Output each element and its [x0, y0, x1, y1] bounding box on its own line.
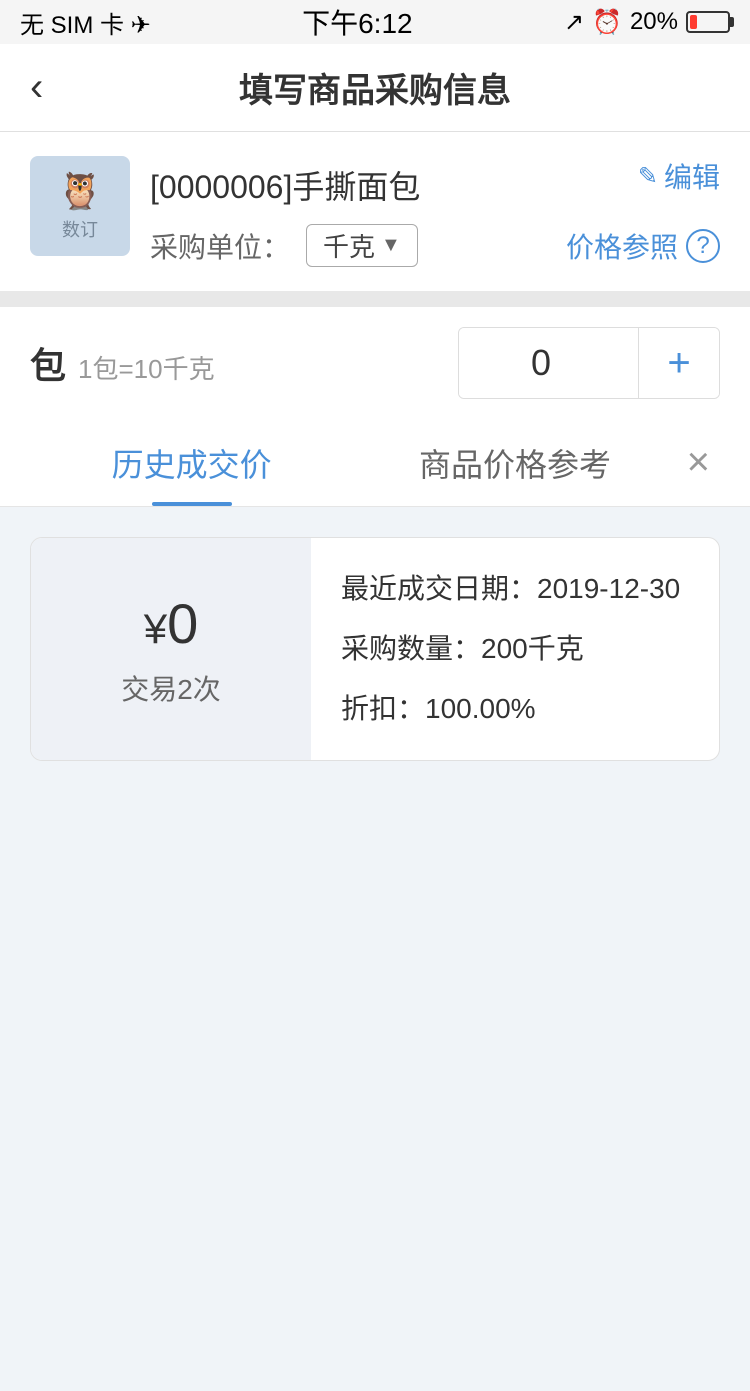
bottom-empty-area [0, 791, 750, 1391]
edit-icon: ✎ [638, 162, 658, 191]
quantity-row: 包 1包=10千克 + [0, 307, 750, 419]
product-left: 🦉 数订 [0000006]手撕面包 采购单位： 千克 ▼ [30, 156, 420, 267]
quantity-plus-button[interactable]: + [639, 328, 719, 398]
quantity-control: + [458, 327, 720, 399]
trade-count: 交易2次 [121, 668, 221, 708]
product-info: [0000006]手撕面包 采购单位： 千克 ▼ [150, 156, 420, 267]
purchase-qty-label: 采购数量： [341, 633, 481, 664]
page-title: 填写商品采购信息 [239, 63, 511, 112]
status-right: ↗ ⏰ 20% [564, 8, 730, 37]
quantity-input[interactable] [459, 328, 639, 398]
status-bar: 无 SIM 卡 ✈ 下午6:12 ↗ ⏰ 20% [0, 0, 750, 44]
price-ref-label: 价格参照 [566, 226, 678, 266]
price-value: 0 [167, 592, 198, 655]
price-ref-button[interactable]: 价格参照 ? [566, 226, 720, 266]
unit-label: 采购单位： [150, 226, 290, 266]
quantity-label: 包 1包=10千克 [30, 337, 215, 389]
close-button[interactable]: × [677, 440, 720, 485]
tab-price-ref[interactable]: 商品价格参考 [353, 419, 676, 506]
product-card: 🦉 数订 [0000006]手撕面包 采购单位： 千克 ▼ ✎ 编辑 [0, 132, 750, 291]
status-left: 无 SIM 卡 ✈ [20, 5, 151, 40]
battery-percent: 20% [630, 8, 678, 36]
status-time: 下午6:12 [302, 2, 413, 42]
product-unit-row: 采购单位： 千克 ▼ [150, 224, 420, 267]
price-card-right: 最近成交日期：2019-12-30 采购数量：200千克 折扣：100.00% [311, 538, 719, 760]
sim-wifi-status: 无 SIM 卡 ✈ [20, 5, 151, 40]
purchase-qty-row: 采购数量：200千克 [341, 628, 689, 670]
discount-row: 折扣：100.00% [341, 688, 689, 730]
unit-value: 千克 [323, 227, 375, 264]
currency-symbol: ¥ [144, 605, 167, 652]
tabs-section: 历史成交价 商品价格参考 × ¥0 交易2次 最近成交日期：2019-12-30… [0, 419, 750, 1391]
price-amount: ¥0 [144, 591, 199, 656]
section-divider [0, 291, 750, 307]
help-icon: ? [686, 229, 720, 263]
dropdown-arrow-icon: ▼ [381, 234, 401, 257]
product-logo-icon: 🦉 [58, 170, 103, 212]
tab-active-indicator [152, 502, 232, 506]
price-card-left: ¥0 交易2次 [31, 538, 311, 760]
recent-date-value: 2019-12-30 [537, 573, 680, 604]
location-icon: ↗ [564, 8, 584, 37]
edit-label: 编辑 [664, 156, 720, 196]
product-logo-text: 数订 [62, 216, 98, 242]
purchase-qty-value: 200千克 [481, 633, 584, 664]
price-card: ¥0 交易2次 最近成交日期：2019-12-30 采购数量：200千克 折扣：… [30, 537, 720, 761]
edit-button[interactable]: ✎ 编辑 [638, 156, 720, 196]
alarm-icon: ⏰ [592, 8, 622, 37]
price-card-section: ¥0 交易2次 最近成交日期：2019-12-30 采购数量：200千克 折扣：… [0, 507, 750, 791]
recent-date-row: 最近成交日期：2019-12-30 [341, 568, 689, 610]
unit-selector[interactable]: 千克 ▼ [306, 224, 418, 267]
product-thumbnail: 🦉 数订 [30, 156, 130, 256]
quantity-conversion: 1包=10千克 [78, 349, 215, 386]
product-header: 🦉 数订 [0000006]手撕面包 采购单位： 千克 ▼ ✎ 编辑 [30, 156, 720, 267]
tabs-bar: 历史成交价 商品价格参考 × [0, 419, 750, 507]
discount-label: 折扣： [341, 693, 425, 724]
product-name: [0000006]手撕面包 [150, 162, 420, 208]
quantity-unit: 包 [30, 337, 66, 389]
discount-value: 100.00% [425, 693, 536, 724]
recent-date-label: 最近成交日期： [341, 573, 537, 604]
back-button[interactable]: ‹ [30, 65, 43, 110]
nav-bar: ‹ 填写商品采购信息 [0, 44, 750, 132]
tab-history-price[interactable]: 历史成交价 [30, 419, 353, 506]
battery-icon [686, 11, 730, 33]
